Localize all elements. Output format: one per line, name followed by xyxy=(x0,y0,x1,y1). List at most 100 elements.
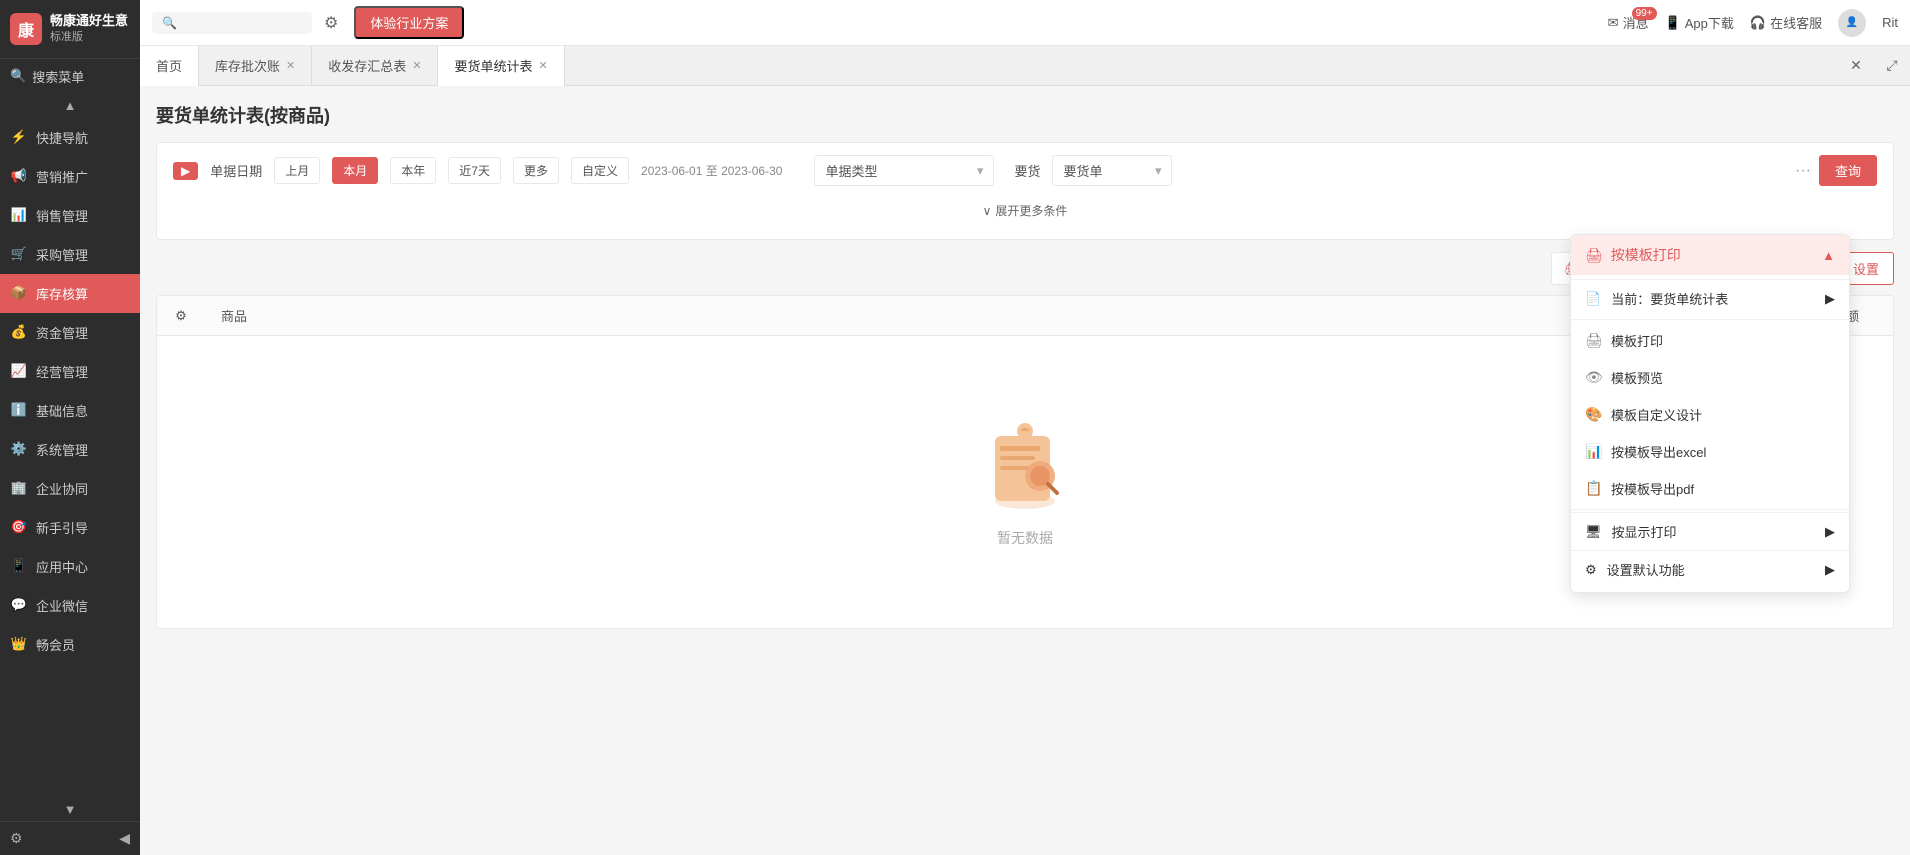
main-area: 🔍 ⚙ 体验行业方案 ✉ 消息 99+ 📱 App下载 🎧 在线客服 👤 Rit xyxy=(140,0,1910,855)
dropdown-template-print[interactable]: 🖨 模板打印 xyxy=(1571,322,1849,359)
marketing-icon: 📢 xyxy=(10,167,28,185)
date-7days-btn[interactable]: 近7天 xyxy=(448,157,501,184)
sidebar-item-quick-nav[interactable]: ⚡ 快捷导航 xyxy=(0,118,140,157)
filter-expand-toggle[interactable]: ▶ xyxy=(173,162,198,180)
sidebar-logo: 康 畅康通好生意 标准版 xyxy=(0,0,140,59)
sidebar-item-sales[interactable]: 📊 销售管理 xyxy=(0,196,140,235)
search-icon: 🔍 xyxy=(10,68,26,84)
window-controls: ✕ ⤢ xyxy=(1838,46,1910,86)
tabs-bar: 首页 库存批次账 ✕ 收发存汇总表 ✕ 要货单统计表 ✕ ✕ ⤢ xyxy=(140,46,1910,86)
date-current-month-btn[interactable]: 本月 xyxy=(332,157,378,184)
finance-icon: 💰 xyxy=(10,323,28,341)
sidebar-item-operation[interactable]: 📈 经营管理 xyxy=(0,352,140,391)
header-search[interactable]: 🔍 xyxy=(152,12,312,34)
dropdown-template-excel[interactable]: 📊 按模板导出excel xyxy=(1571,433,1849,470)
template-custom-icon: 🎨 xyxy=(1585,406,1601,423)
sidebar-item-app-center[interactable]: 📱 应用中心 xyxy=(0,547,140,586)
template-excel-icon: 📊 xyxy=(1585,443,1601,460)
window-maximize-btn[interactable]: ⤢ xyxy=(1874,46,1910,86)
dropdown-header[interactable]: 🖨 按模板打印 ▲ xyxy=(1571,235,1849,275)
date-custom-btn[interactable]: 自定义 xyxy=(571,157,629,184)
display-print-icon: 🖥 xyxy=(1585,524,1602,540)
user-name[interactable]: Rit xyxy=(1882,15,1898,30)
chevron-right-icon: ▶ xyxy=(1825,291,1835,307)
sidebar-scroll-up[interactable]: ▲ xyxy=(0,94,140,118)
requisition-filter[interactable]: 要货单 ▾ xyxy=(1052,155,1172,186)
col-product-header: 商品 xyxy=(205,306,1573,325)
settings-icon[interactable]: ⚙ xyxy=(10,830,23,847)
enterprise-icon: 🏢 xyxy=(10,479,28,497)
date-prev-month-btn[interactable]: 上月 xyxy=(274,157,320,184)
tab-home[interactable]: 首页 xyxy=(140,46,199,86)
display-print-chevron-icon: ▶ xyxy=(1825,524,1835,540)
sidebar-item-system[interactable]: ⚙️ 系统管理 xyxy=(0,430,140,469)
empty-text: 暂无数据 xyxy=(997,528,1053,548)
sales-icon: 📊 xyxy=(10,206,28,224)
divider-2 xyxy=(1571,509,1849,510)
sidebar-item-inventory[interactable]: 📦 库存核算 xyxy=(0,274,140,313)
template-preview-icon: 👁 xyxy=(1585,369,1601,386)
sidebar-item-base[interactable]: ℹ️ 基础信息 xyxy=(0,391,140,430)
action-btns: ··· 查询 xyxy=(1795,155,1877,186)
sidebar-search-btn[interactable]: 🔍 搜索菜单 xyxy=(0,59,140,94)
sidebar-item-purchase[interactable]: 🛒 采购管理 xyxy=(0,235,140,274)
col-settings-header[interactable]: ⚙ xyxy=(157,308,205,324)
sidebar-scroll-down[interactable]: ▼ xyxy=(0,797,140,821)
date-year-btn[interactable]: 本年 xyxy=(390,157,436,184)
dropdown-template-preview[interactable]: 👁 模板预览 xyxy=(1571,359,1849,396)
template-pdf-icon: 📋 xyxy=(1585,480,1601,497)
tab-close-requisition-stats[interactable]: ✕ xyxy=(539,59,548,72)
template-print-dropdown: 🖨 按模板打印 ▲ 📄 当前：要货单统计表 ▶ 🖨 模板打印 xyxy=(1570,234,1850,593)
page-title: 要货单统计表(按商品) xyxy=(156,102,1894,128)
type-filter-select[interactable]: 单据类型 ▾ xyxy=(814,155,994,186)
avatar[interactable]: 👤 xyxy=(1838,9,1866,37)
dropdown-section: 📄 当前：要货单统计表 ▶ 🖨 模板打印 👁 模板预览 🎨 模板自定义设计 xyxy=(1571,275,1849,592)
sidebar-item-finance[interactable]: 💰 资金管理 xyxy=(0,313,140,352)
divider xyxy=(1571,319,1849,320)
guide-icon: 🎯 xyxy=(10,518,28,536)
expand-chevron-icon: ∨ xyxy=(983,204,992,218)
top-header: 🔍 ⚙ 体验行业方案 ✉ 消息 99+ 📱 App下载 🎧 在线客服 👤 Rit xyxy=(140,0,1910,46)
dropdown-printer-icon: 🖨 xyxy=(1585,247,1603,264)
window-close-btn[interactable]: ✕ xyxy=(1838,46,1874,86)
logo-text: 畅康通好生意 标准版 xyxy=(50,12,128,46)
app-download-btn[interactable]: 📱 App下载 xyxy=(1665,13,1734,32)
query-button[interactable]: 查询 xyxy=(1819,155,1877,186)
dropdown-template-pdf[interactable]: 📋 按模板导出pdf xyxy=(1571,470,1849,507)
current-template-icon: 📄 xyxy=(1585,291,1601,307)
service-icon: 🎧 xyxy=(1750,15,1766,31)
tab-close-batch-account[interactable]: ✕ xyxy=(286,59,295,72)
dropdown-default-func[interactable]: ⚙ 设置默认功能 ▶ xyxy=(1571,550,1849,588)
tab-batch-account[interactable]: 库存批次账 ✕ xyxy=(199,46,312,86)
promo-button[interactable]: 体验行业方案 xyxy=(354,6,464,39)
tab-receipt-summary[interactable]: 收发存汇总表 ✕ xyxy=(312,46,438,86)
header-settings-icon[interactable]: ⚙ xyxy=(320,9,342,37)
dropdown-display-print[interactable]: 🖥 按显示打印 ▶ xyxy=(1571,512,1849,550)
collapse-icon[interactable]: ◀ xyxy=(119,830,130,847)
date-more-btn[interactable]: 更多 xyxy=(513,157,559,184)
sidebar-item-marketing[interactable]: 📢 营销推广 xyxy=(0,157,140,196)
more-options-icon[interactable]: ··· xyxy=(1795,162,1811,180)
header-right: ✉ 消息 99+ 📱 App下载 🎧 在线客服 👤 Rit xyxy=(1608,9,1898,37)
sidebar-item-member[interactable]: 👑 畅会员 xyxy=(0,625,140,664)
sidebar-item-wechat[interactable]: 💬 企业微信 xyxy=(0,586,140,625)
sidebar-item-guide[interactable]: 🎯 新手引导 xyxy=(0,508,140,547)
dropdown-template-custom[interactable]: 🎨 模板自定义设计 xyxy=(1571,396,1849,433)
tab-requisition-stats[interactable]: 要货单统计表 ✕ xyxy=(438,46,564,86)
purchase-icon: 🛒 xyxy=(10,245,28,263)
online-service-btn[interactable]: 🎧 在线客服 xyxy=(1750,13,1822,32)
tab-close-receipt-summary[interactable]: ✕ xyxy=(412,59,421,72)
settings-gear-icon: ⚙ xyxy=(175,308,187,323)
message-btn[interactable]: ✉ 消息 99+ xyxy=(1608,13,1649,32)
quick-nav-icon: ⚡ xyxy=(10,128,28,146)
sidebar-item-enterprise[interactable]: 🏢 企业协同 xyxy=(0,469,140,508)
header-search-icon: 🔍 xyxy=(162,16,177,30)
download-icon: 📱 xyxy=(1665,15,1681,31)
req-chevron-icon: ▾ xyxy=(1155,163,1162,179)
logo-icon: 康 xyxy=(10,13,42,45)
sidebar: 康 畅康通好生意 标准版 🔍 搜索菜单 ▲ ⚡ 快捷导航 📢 营销推广 📊 销售… xyxy=(0,0,140,855)
content-area: 要货单统计表(按商品) ▶ 单据日期 上月 本月 本年 近7天 更多 自定义 2… xyxy=(140,86,1910,855)
expand-conditions-btn[interactable]: ∨ 展开更多条件 xyxy=(173,194,1877,227)
empty-illustration xyxy=(975,416,1075,516)
dropdown-current-template[interactable]: 📄 当前：要货单统计表 ▶ xyxy=(1571,279,1849,317)
